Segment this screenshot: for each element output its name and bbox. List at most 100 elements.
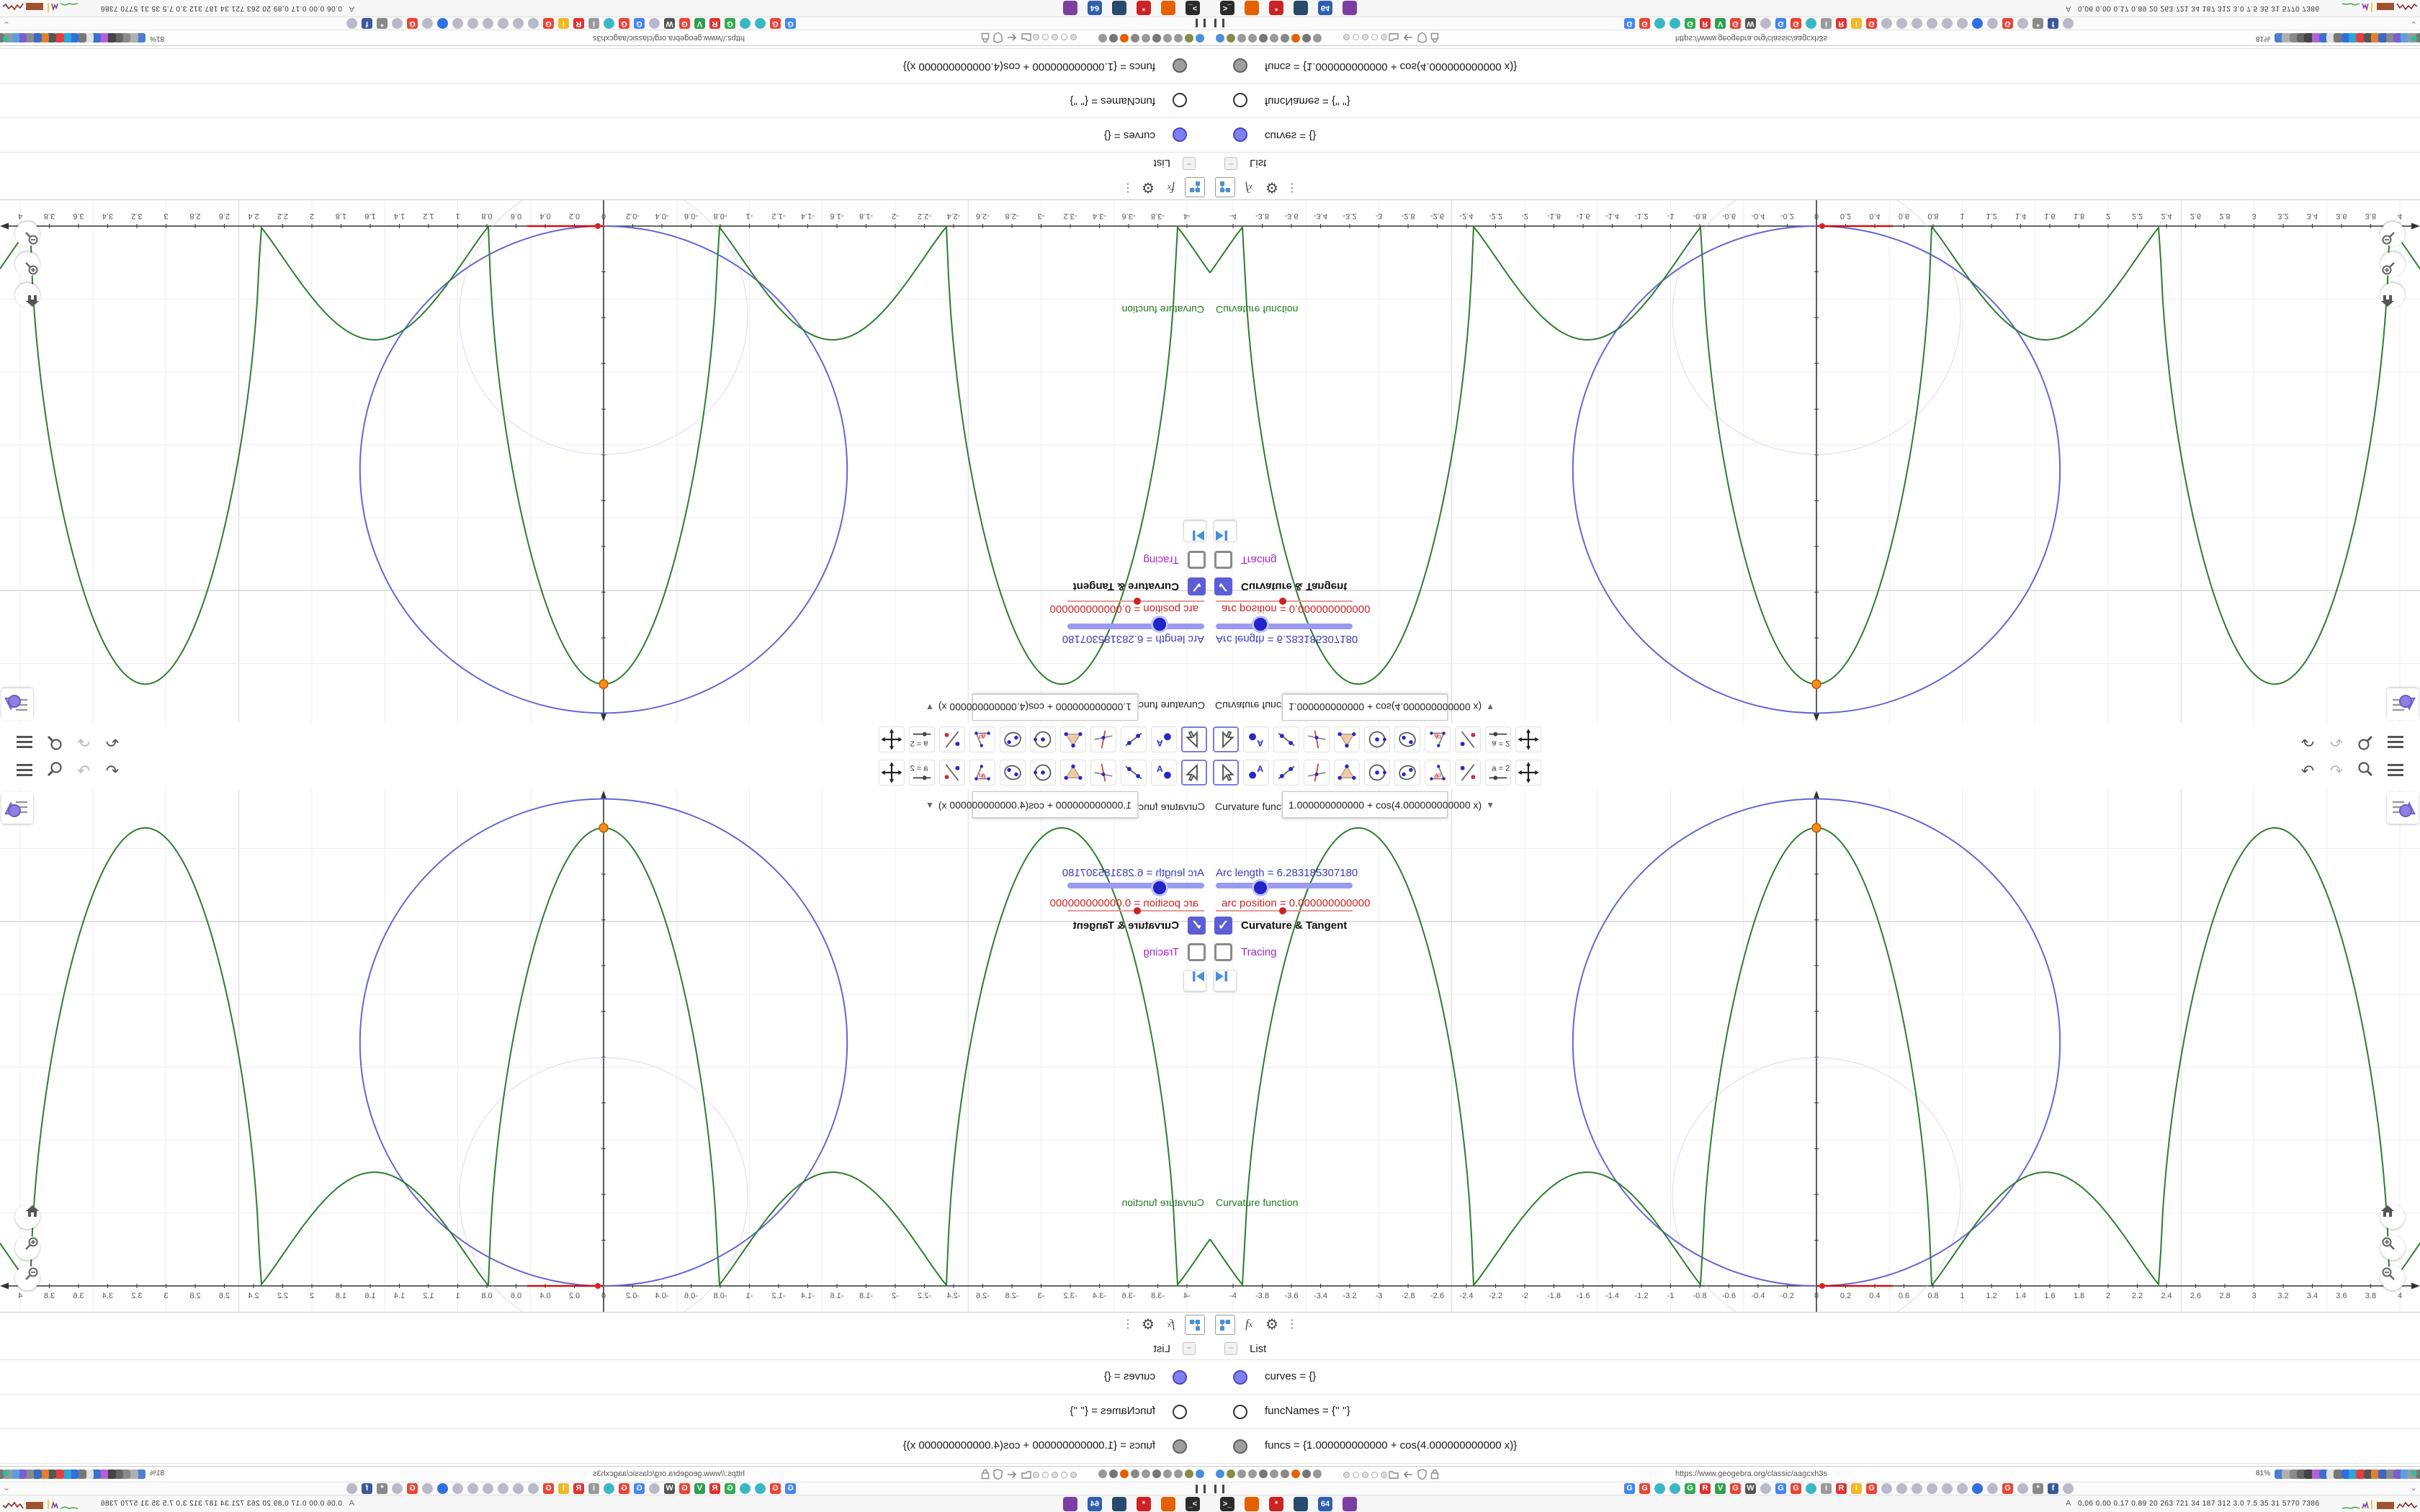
bookmarks-overflow-chevron-icon[interactable]: ⌄ (2410, 19, 2417, 30)
taskbar-app-icon[interactable]: 64 (1088, 1, 1102, 15)
bookmark-favicon[interactable] (1927, 18, 1937, 29)
page-action-dot-icon[interactable] (1343, 1472, 1350, 1478)
arc-position-slider-knob[interactable] (1134, 598, 1141, 605)
bookmark-favicon[interactable] (483, 18, 493, 29)
tool-angle-button[interactable]: α (969, 760, 995, 786)
bookmark-favicon[interactable]: G (770, 18, 781, 29)
bookmark-favicon[interactable]: f (2048, 1483, 2058, 1494)
extension-icon[interactable] (1291, 1470, 1300, 1478)
algebra-group-header[interactable]: − List (1210, 153, 1266, 174)
bookmark-favicon[interactable]: R (1836, 1483, 1847, 1494)
bookmark-favicon[interactable]: R (573, 18, 584, 29)
play-animation-button[interactable] (1214, 970, 1237, 991)
redo-icon[interactable]: ↷ (72, 729, 95, 752)
page-action-dot-icon[interactable] (1371, 1472, 1378, 1478)
bookmark-favicon[interactable]: ! (1851, 1483, 1862, 1494)
bookmark-favicon[interactable]: f (362, 1483, 372, 1494)
bookmark-favicon[interactable] (483, 1483, 493, 1494)
algebra-row-curves[interactable]: curves = {} (1210, 1359, 2420, 1395)
back-arrow-icon[interactable] (1403, 1470, 1413, 1480)
bookmark-favicon[interactable] (452, 18, 463, 29)
page-action-dot-icon[interactable] (1343, 34, 1350, 40)
tool-circle-button[interactable] (1364, 760, 1390, 786)
extension-icon[interactable] (1270, 1470, 1278, 1478)
tool-ellipse-button[interactable] (1000, 760, 1026, 786)
bookmark-favicon[interactable]: ! (558, 1483, 569, 1494)
bookmark-favicon[interactable]: R (1700, 1483, 1711, 1494)
bookmark-favicon[interactable] (1927, 1483, 1937, 1494)
menu-icon[interactable] (2384, 761, 2407, 784)
taskbar-app-icon[interactable] (1294, 1497, 1308, 1511)
taskbar-app-icon[interactable] (1245, 1497, 1259, 1511)
arc-length-slider-knob[interactable] (1151, 879, 1168, 896)
tool-ellipse-button[interactable] (1000, 726, 1026, 752)
bookmarks-overflow-chevron-icon[interactable]: ⌄ (2410, 1482, 2417, 1493)
kebab-menu-icon[interactable]: ⋮ (1285, 1315, 1299, 1333)
page-action-dot-icon[interactable] (1070, 34, 1077, 40)
bookmark-favicon[interactable]: G (1866, 18, 1877, 29)
bookmark-favicon[interactable] (1896, 1483, 1907, 1494)
extension-icon[interactable] (1163, 1470, 1172, 1478)
extension-icon[interactable] (1098, 1470, 1107, 1478)
folder-icon[interactable] (1021, 1470, 1031, 1480)
extension-icon[interactable] (1227, 1470, 1235, 1478)
bookmark-favicon[interactable]: f (2048, 18, 2058, 29)
bookmark-favicon[interactable] (1806, 18, 1816, 29)
taskbar-app-icon[interactable] (1294, 1, 1308, 15)
curvature-tangent-checkbox[interactable]: ✓ (1188, 917, 1206, 935)
bookmark-favicon[interactable]: i (588, 1483, 599, 1494)
extension-icon[interactable] (1281, 1470, 1289, 1478)
graphics-view[interactable]: -4 -3.8 -3.6 -3.4 -3.2 -3 -2.8 -2.6 -2.4 -2.2 -2 -1… (0, 789, 1210, 1312)
bookmark-favicon[interactable]: G (1624, 18, 1635, 29)
taskbar-app-icon[interactable]: >_ (1186, 1497, 1200, 1511)
tool-polygon-button[interactable] (1060, 760, 1086, 786)
extension-icon[interactable] (1109, 1470, 1118, 1478)
arc-position-slider[interactable] (1067, 598, 1204, 605)
tool-ellipse-button[interactable] (1394, 726, 1420, 752)
bookmark-favicon[interactable] (1912, 1483, 1922, 1494)
tool-line-button[interactable] (1273, 760, 1299, 786)
menu-icon[interactable] (13, 728, 36, 751)
shield-icon[interactable] (1417, 1469, 1427, 1480)
tool-move-view-button[interactable] (1515, 726, 1541, 752)
tool-angle-button[interactable]: α (1425, 726, 1451, 752)
redo-icon[interactable]: ↷ (72, 760, 95, 783)
bookmark-favicon[interactable]: V (1715, 1483, 1726, 1494)
bookmark-favicon[interactable] (437, 1483, 448, 1494)
taskbar-app-icon[interactable] (1112, 1497, 1126, 1511)
undo-icon[interactable]: ↶ (101, 729, 124, 752)
bookmark-favicon[interactable] (604, 1483, 614, 1494)
tool-circle-button[interactable] (1030, 726, 1056, 752)
zoom-in-button[interactable] (2380, 252, 2405, 276)
home-button[interactable] (15, 1205, 40, 1229)
bookmark-favicon[interactable]: G (770, 1483, 781, 1494)
taskbar-app-icon[interactable]: 64 (1318, 1497, 1332, 1511)
extension-icon[interactable] (1196, 1470, 1204, 1478)
extension-icon[interactable] (1098, 34, 1107, 42)
taskbar-app-icon[interactable] (1343, 1497, 1357, 1511)
bookmark-favicon[interactable]: ! (1851, 18, 1862, 29)
bookmark-favicon[interactable]: G (1775, 1483, 1786, 1494)
bookmark-favicon[interactable] (1942, 18, 1953, 29)
tool-point-button[interactable]: A (1243, 760, 1269, 786)
bookmark-favicon[interactable]: G (2002, 1483, 2013, 1494)
graphics-view[interactable]: -4 -3.8 -3.6 -3.4 -3.2 -3 -2.8 -2.6 -2.4 -2.2 -2 -1… (0, 200, 1210, 723)
extension-icon[interactable] (1237, 1470, 1246, 1478)
bookmark-favicon[interactable]: R (1836, 18, 1847, 29)
arc-length-slider[interactable] (1067, 616, 1204, 633)
bookmark-favicon[interactable]: G (543, 18, 554, 29)
extension-icon[interactable] (1313, 34, 1322, 42)
tool-line-button[interactable] (1121, 760, 1147, 786)
kebab-menu-icon[interactable]: ⋮ (1121, 1315, 1135, 1333)
bookmark-favicon[interactable]: W (664, 18, 675, 29)
arc-length-slider[interactable] (1216, 879, 1353, 896)
visibility-toggle-filled-gray[interactable] (1173, 1439, 1187, 1454)
menu-icon[interactable] (13, 761, 36, 784)
tool-reflect-button[interactable] (939, 760, 965, 786)
bookmark-favicon[interactable] (392, 1483, 403, 1494)
extension-icon[interactable] (1281, 34, 1289, 42)
bookmark-favicon[interactable]: f (362, 18, 372, 29)
algebra-row-funcs[interactable]: funcs = {1.000000000000 + cos(4.00000000… (0, 1428, 1210, 1464)
tool-point-button[interactable]: A (1151, 760, 1177, 786)
visibility-toggle-filled-purple[interactable] (1233, 127, 1247, 142)
